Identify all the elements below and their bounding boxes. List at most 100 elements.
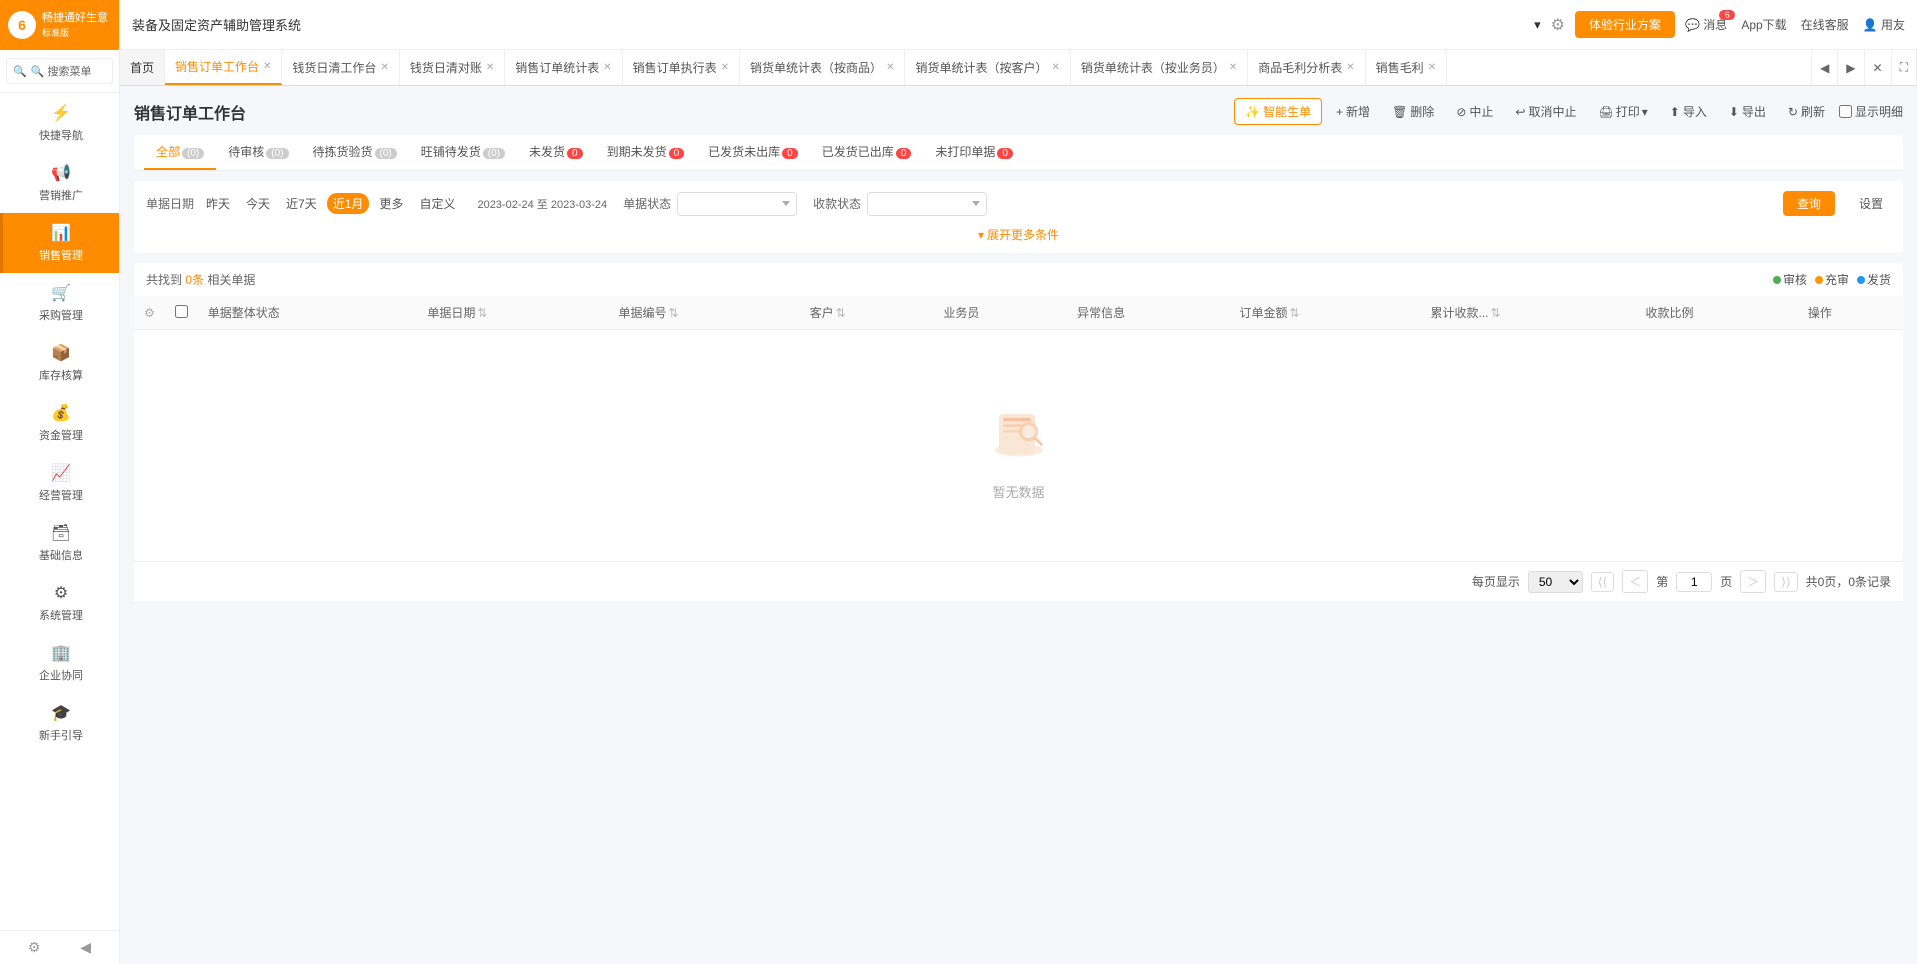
- print-button[interactable]: 🖨 打印 ▾: [1590, 99, 1655, 124]
- sidebar-item-system[interactable]: ⚙ 系统管理: [0, 573, 119, 633]
- subtab-not-shipped[interactable]: 未发货0: [517, 135, 595, 170]
- settings-filter-button[interactable]: 设置: [1851, 191, 1891, 216]
- th-amount[interactable]: 订单金额⇅: [1229, 296, 1420, 330]
- tab-close-icon[interactable]: ✕: [721, 62, 729, 73]
- next-page-button[interactable]: ＞: [1740, 570, 1766, 593]
- show-detail-checkbox[interactable]: [1839, 105, 1852, 118]
- approve-button[interactable]: 审核: [1773, 271, 1807, 288]
- sidebar-item-purchase[interactable]: 🛒 采购管理: [0, 273, 119, 333]
- sidebar-item-marketing[interactable]: 📢 营销推广: [0, 153, 119, 213]
- tab-close-icon[interactable]: ✕: [380, 62, 388, 73]
- tab-expand-button[interactable]: ⛶: [1892, 50, 1917, 85]
- table-info-bar: 共找到 0条 相关单据 审核 充审 发货: [134, 263, 1903, 296]
- tab-close-icon[interactable]: ✕: [886, 62, 894, 73]
- tab-sales-sum-customer[interactable]: 销货单统计表（按客户） ✕: [905, 50, 1070, 85]
- smart-gen-button[interactable]: ✨ 智能生单: [1234, 98, 1322, 125]
- sidebar-item-inventory[interactable]: 📦 库存核算: [0, 333, 119, 393]
- sidebar-item-enterprise[interactable]: 🏢 企业协同: [0, 633, 119, 693]
- subtab-overdue-not-shipped[interactable]: 到期未发货0: [595, 135, 697, 170]
- th-settings[interactable]: ⚙: [134, 296, 165, 330]
- tab-home[interactable]: 首页: [120, 50, 165, 85]
- date-opt-month[interactable]: 近1月: [327, 193, 370, 214]
- date-opt-custom[interactable]: 自定义: [413, 193, 461, 214]
- import-button[interactable]: ⬆ 导入: [1662, 99, 1715, 124]
- sidebar-item-newbie[interactable]: 🎓 新手引导: [0, 693, 119, 753]
- sidebar-item-finance[interactable]: 💰 资金管理: [0, 393, 119, 453]
- sidebar-item-quick-nav[interactable]: ⚡ 快捷导航: [0, 93, 119, 153]
- query-button[interactable]: 查询: [1783, 191, 1835, 216]
- th-checkbox[interactable]: [165, 296, 198, 330]
- first-page-button[interactable]: ⟨⟨: [1591, 572, 1614, 592]
- subtab-shipped-not-out[interactable]: 已发货未出库0: [696, 135, 810, 170]
- sidebar-item-operation[interactable]: 📈 经营管理: [0, 453, 119, 513]
- select-all-checkbox[interactable]: [175, 305, 188, 318]
- tab-sales-profit[interactable]: 销售毛利 ✕: [1366, 50, 1447, 85]
- sidebar-item-sales[interactable]: 📊 销售管理: [0, 213, 119, 273]
- export-button[interactable]: ⬇ 导出: [1721, 99, 1774, 124]
- system-dropdown-button[interactable]: ▾: [1534, 17, 1541, 33]
- subtab-wangpu[interactable]: 旺铺待发货(0): [409, 135, 517, 170]
- subtab-pending-inspect[interactable]: 待拣货验货(0): [301, 135, 409, 170]
- online-service-link[interactable]: 在线客服: [1801, 16, 1849, 33]
- tab-cash-reconcile[interactable]: 钱货日清对账 ✕: [400, 50, 505, 85]
- date-opt-today[interactable]: 今天: [240, 193, 276, 214]
- date-opt-yesterday[interactable]: 昨天: [200, 193, 236, 214]
- tab-sales-stat[interactable]: 销售订单统计表 ✕: [505, 50, 622, 85]
- topbar-gear-icon[interactable]: ⚙: [1551, 15, 1565, 35]
- revoke-label: 充审: [1825, 271, 1849, 288]
- cancel-stop-button[interactable]: ↩ 取消中止: [1507, 99, 1584, 124]
- tab-sales-sum-staff[interactable]: 销货单统计表（按业务员） ✕: [1071, 50, 1248, 85]
- add-button[interactable]: + 新增: [1328, 99, 1378, 124]
- th-number[interactable]: 单据编号⇅: [608, 296, 799, 330]
- table-info-suffix: 相关单据: [207, 273, 255, 287]
- tab-close-icon[interactable]: ✕: [1229, 62, 1237, 73]
- subtab-not-printed[interactable]: 未打印单据0: [923, 135, 1025, 170]
- subtab-shipped-out[interactable]: 已发货已出库0: [810, 135, 924, 170]
- last-page-button[interactable]: ⟩⟩: [1774, 572, 1797, 592]
- payment-select[interactable]: [867, 192, 987, 216]
- notification-area[interactable]: 💬 消息 6: [1685, 16, 1727, 33]
- tab-close-icon[interactable]: ✕: [1051, 62, 1059, 73]
- tab-close-icon[interactable]: ✕: [486, 62, 494, 73]
- user-menu[interactable]: 👤 用友: [1863, 16, 1905, 33]
- revoke-button[interactable]: 充审: [1815, 271, 1849, 288]
- system-icon: ⚙: [54, 583, 68, 603]
- prev-page-button[interactable]: ＜: [1622, 570, 1648, 593]
- th-date[interactable]: 单据日期⇅: [417, 296, 608, 330]
- th-customer[interactable]: 客户⇅: [800, 296, 934, 330]
- sidebar-item-base-info[interactable]: 🗃 基础信息: [0, 513, 119, 573]
- date-opt-more[interactable]: 更多: [373, 193, 409, 214]
- settings-bottom-button[interactable]: ⚙: [28, 939, 41, 956]
- industry-solution-button[interactable]: 体验行业方案: [1575, 11, 1675, 38]
- app-download-link[interactable]: App下载: [1741, 16, 1786, 33]
- refresh-button[interactable]: ↻ 刷新: [1780, 99, 1833, 124]
- tab-scroll-right-button[interactable]: ▶: [1838, 50, 1864, 85]
- tab-close-icon[interactable]: ✕: [263, 61, 271, 72]
- tab-close-icon[interactable]: ✕: [603, 62, 611, 73]
- collapse-sidebar-button[interactable]: ◀: [80, 939, 91, 956]
- status-select[interactable]: [677, 192, 797, 216]
- tab-close-icon[interactable]: ✕: [1428, 62, 1436, 73]
- sidebar-bottom: ⚙ ◀: [0, 930, 119, 964]
- expand-filter-button[interactable]: ▾ 展开更多条件: [978, 226, 1059, 243]
- subtab-all[interactable]: 全部(0): [144, 135, 216, 170]
- tab-close-all-button[interactable]: ✕: [1865, 50, 1892, 85]
- stop-button[interactable]: ⊘ 中止: [1448, 99, 1501, 124]
- th-cumulative[interactable]: 累计收款...⇅: [1421, 296, 1636, 330]
- tab-scroll-left-button[interactable]: ◀: [1812, 50, 1838, 85]
- date-opt-last7[interactable]: 近7天: [280, 193, 323, 214]
- search-menu-button[interactable]: 🔍 🔍 搜索菜单: [6, 58, 113, 84]
- show-detail-checkbox-area[interactable]: 显示明细: [1839, 103, 1903, 120]
- tab-cash-daily[interactable]: 钱货日清工作台 ✕: [282, 50, 399, 85]
- delete-button[interactable]: 🗑 删除: [1384, 99, 1442, 124]
- page-input[interactable]: [1676, 572, 1712, 592]
- tab-sales-sum-product[interactable]: 销货单统计表（按商品） ✕: [740, 50, 905, 85]
- tab-sales-exec[interactable]: 销售订单执行表 ✕: [623, 50, 740, 85]
- tab-product-margin[interactable]: 商品毛利分析表 ✕: [1248, 50, 1365, 85]
- tab-close-icon[interactable]: ✕: [1346, 62, 1354, 73]
- page-size-select[interactable]: 10 20 50 100: [1528, 571, 1583, 593]
- subtab-pending-review[interactable]: 待审核(0): [216, 135, 300, 170]
- tab-sales-order-workbench[interactable]: 销售订单工作台 ✕: [165, 50, 282, 85]
- ship-button[interactable]: 发货: [1857, 271, 1891, 288]
- subtab-label: 到期未发货: [607, 145, 667, 159]
